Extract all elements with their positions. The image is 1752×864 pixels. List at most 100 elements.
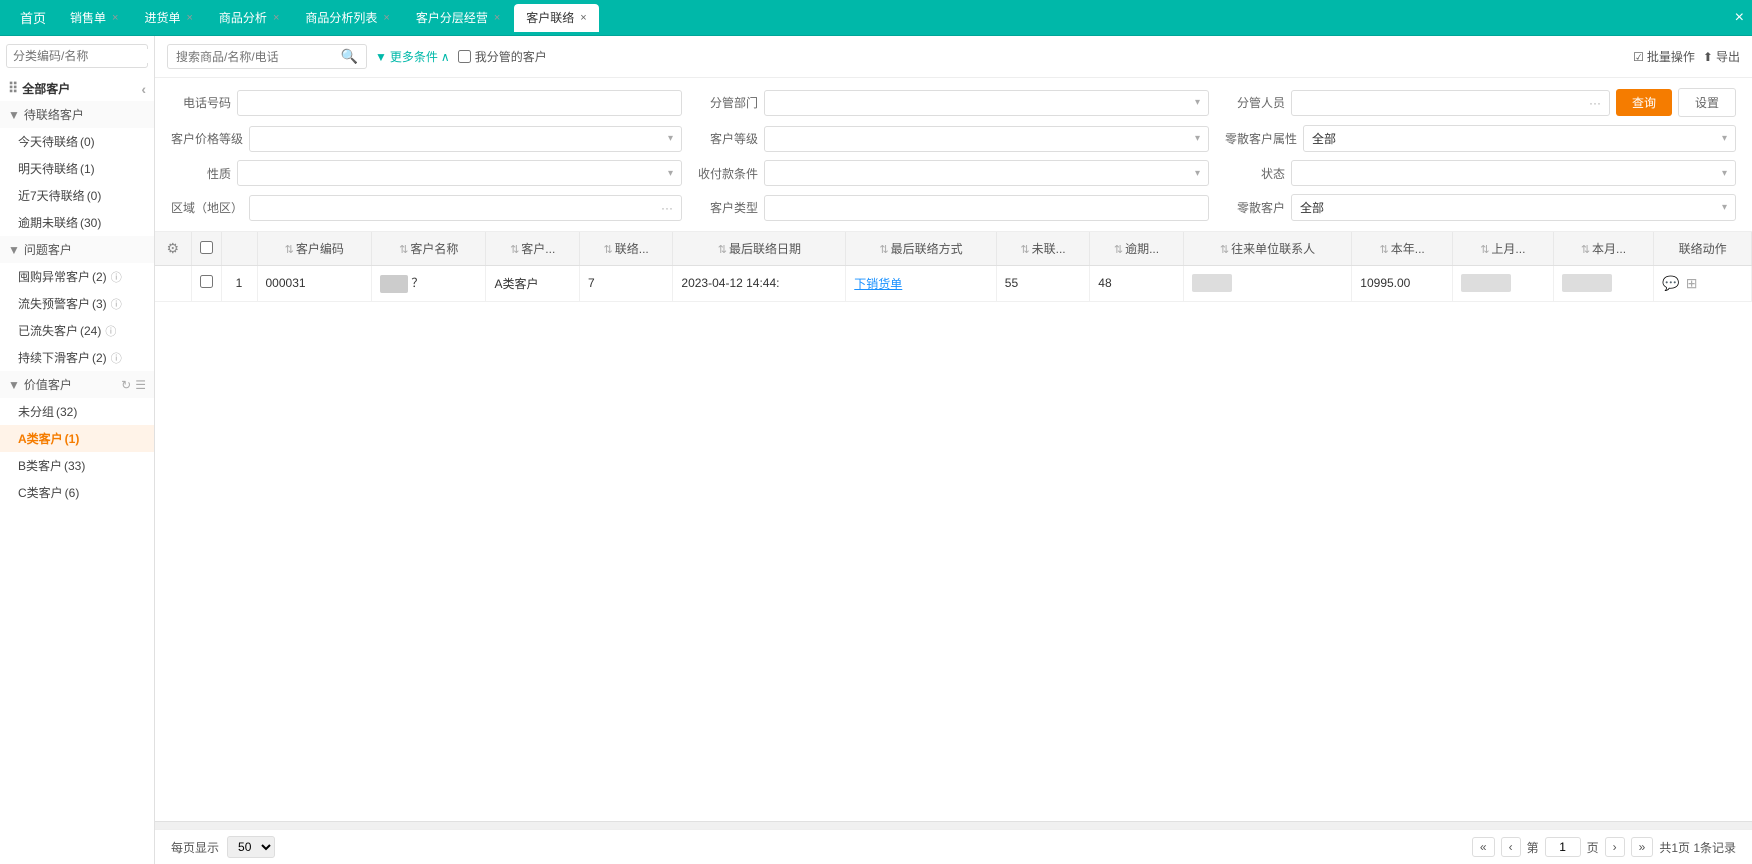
settings-col-icon[interactable]: ⚙ (166, 240, 179, 256)
close-all-tabs[interactable]: × (1735, 9, 1744, 27)
query-button[interactable]: 查询 (1616, 89, 1672, 116)
row-this-year: 10995.00 (1352, 266, 1453, 302)
last-month-col-header[interactable]: ⇅上月... (1453, 232, 1554, 266)
last-page-btn[interactable]: » (1631, 837, 1654, 857)
next-page-btn[interactable]: › (1605, 837, 1625, 857)
my-customer-checkbox-label[interactable]: 我分管的客户 (458, 48, 547, 65)
code-col-header[interactable]: ⇅客户编码 (257, 232, 371, 266)
filter-nature: 性质 ▾ (171, 160, 682, 186)
sort-icon-6: ⇅ (879, 244, 888, 256)
add-group-icon[interactable]: ☰ (135, 378, 146, 392)
pagination-bar: 每页显示 50 « ‹ 第 页 › » 共1页 1条记录 (155, 829, 1752, 864)
search-submit-icon[interactable]: 🔍 (341, 48, 358, 65)
close-tab-purchase[interactable]: × (186, 12, 192, 24)
chat-icon[interactable]: 💬 (1662, 275, 1679, 292)
sidebar-item-b-class[interactable]: B类客户 (33) (0, 452, 154, 479)
close-tab-sales[interactable]: × (112, 12, 118, 24)
contact-col-header[interactable]: ⇅联络... (579, 232, 672, 266)
export-btn[interactable]: ⬆ 导出 (1703, 48, 1740, 65)
more-filters-btn[interactable]: ▼ 更多条件 ∧ (375, 48, 450, 65)
filter-dept-select[interactable]: ▾ (764, 90, 1209, 116)
sidebar-search-input[interactable] (13, 49, 155, 63)
collapse-icon[interactable]: ‹ (141, 81, 146, 97)
sidebar-item-churn-warning[interactable]: 流失预警客户 (3) ⓘ (0, 290, 154, 317)
nav-tab-analysis[interactable]: 商品分析 × (207, 4, 291, 32)
filter-region-select[interactable]: ··· (249, 195, 682, 221)
qr-icon[interactable]: ⊞ (1686, 275, 1698, 292)
filter-phone-input[interactable] (237, 90, 682, 116)
sidebar-item-7days[interactable]: 近7天待联络 (0) (0, 182, 154, 209)
settings-col-header[interactable]: ⚙ (155, 232, 191, 266)
nav-tab-sales[interactable]: 销售单 × (58, 4, 130, 32)
contact2-color-block (1192, 274, 1232, 292)
filter-customer-level: 客户等级 ▾ (698, 125, 1209, 152)
horizontal-scrollbar[interactable] (155, 821, 1752, 829)
all-customers-header[interactable]: ⠿ 全部客户 ‹ (0, 76, 154, 101)
info-icon-3: ⓘ (105, 323, 116, 339)
close-tab-customer-contact[interactable]: × (580, 12, 586, 24)
close-tab-analysis[interactable]: × (273, 12, 279, 24)
sidebar-item-overdue[interactable]: 逾期未联络 (30) (0, 209, 154, 236)
batch-op-btn[interactable]: ☑ 批量操作 (1633, 48, 1695, 65)
filter-nature-select[interactable]: ▾ (237, 160, 682, 186)
last-date-col-header[interactable]: ⇅最后联络日期 (673, 232, 846, 266)
name-col-header[interactable]: ⇅客户名称 (371, 232, 485, 266)
row-last-method[interactable]: 下销货单 (846, 266, 997, 302)
settings-button[interactable]: 设置 (1678, 88, 1736, 117)
last-method-link[interactable]: 下销货单 (854, 277, 902, 291)
close-tab-analysis-list[interactable]: × (383, 12, 389, 24)
refresh-icon[interactable]: ↻ (121, 378, 131, 392)
sidebar-item-churned[interactable]: 已流失客户 (24) ⓘ (0, 317, 154, 344)
close-tab-customer-segment[interactable]: × (494, 12, 500, 24)
my-customer-checkbox[interactable] (458, 50, 471, 63)
filter-status-select[interactable]: ▾ (1291, 160, 1736, 186)
info-icon-1: ⓘ (111, 269, 122, 285)
filter-payment-select[interactable]: ▾ (764, 160, 1209, 186)
nav-tab-customer-contact[interactable]: 客户联络 × (514, 4, 598, 32)
overdue-col-header[interactable]: ⇅逾期... (1090, 232, 1183, 266)
filter-manager-select[interactable]: ··· (1291, 90, 1610, 116)
this-year-col-header[interactable]: ⇅本年... (1352, 232, 1453, 266)
row-uncontacted: 55 (996, 266, 1089, 302)
sidebar-item-tomorrow[interactable]: 明天待联络 (1) (0, 155, 154, 182)
sort-icon-12: ⇅ (1581, 244, 1590, 256)
sort-icon-4: ⇅ (604, 244, 613, 256)
section-problem-customers[interactable]: ▼ 问题客户 (0, 236, 154, 263)
nav-tab-customer-segment[interactable]: 客户分层经营 × (404, 4, 512, 32)
name-color-block (380, 275, 408, 293)
arrow-down-icon: ▼ (8, 108, 20, 122)
row-checkbox[interactable] (200, 275, 213, 288)
last-method-col-header[interactable]: ⇅最后联络方式 (846, 232, 997, 266)
nav-tab-purchase[interactable]: 进货单 × (132, 4, 204, 32)
last-month-color-block (1461, 274, 1511, 292)
nav-home[interactable]: 首页 (8, 8, 58, 27)
uncontacted-col-header[interactable]: ⇅未联... (996, 232, 1089, 266)
sidebar-item-declining[interactable]: 持续下滑客户 (2) ⓘ (0, 344, 154, 371)
filter-scatter-attr-select[interactable]: 全部 ▾ (1303, 125, 1736, 152)
page-size-select[interactable]: 50 (227, 836, 275, 858)
filter-scatter-select[interactable]: 全部 ▾ (1291, 194, 1736, 221)
main-layout: 🔍 ⠿ 全部客户 ‹ ▼ 待联络客户 今天待联络 (0) 明天待联络 (1) 近… (0, 36, 1752, 864)
sidebar-item-a-class[interactable]: A类客户 (1) (0, 425, 154, 452)
select-all-checkbox[interactable] (200, 241, 213, 254)
sidebar-item-unclassified[interactable]: 未分组 (32) (0, 398, 154, 425)
this-month-col-header[interactable]: ⇅本月... (1553, 232, 1654, 266)
prev-page-btn[interactable]: ‹ (1501, 837, 1521, 857)
sidebar-item-hoarding[interactable]: 囤购异常客户 (2) ⓘ (0, 263, 154, 290)
pagination-left: 每页显示 50 (171, 836, 275, 858)
sidebar-item-today[interactable]: 今天待联络 (0) (0, 128, 154, 155)
filter-customer-level-select[interactable]: ▾ (764, 126, 1209, 152)
section-pending-contact[interactable]: ▼ 待联络客户 (0, 101, 154, 128)
sort-icon: ⇅ (285, 244, 294, 256)
filter-customer-type-input[interactable] (764, 195, 1209, 221)
contact2-col-header[interactable]: ⇅往来单位联系人 (1183, 232, 1352, 266)
search-input[interactable] (176, 50, 341, 64)
page-input[interactable] (1545, 837, 1581, 857)
filter-price-level-select[interactable]: ▾ (249, 126, 682, 152)
sidebar-item-c-class[interactable]: C类客户 (6) (0, 479, 154, 506)
section-value-customers[interactable]: ▼ 价值客户 ↻ ☰ (0, 371, 154, 398)
content-area: 🔍 ▼ 更多条件 ∧ 我分管的客户 ☑ 批量操作 ⬆ 导出 (155, 36, 1752, 864)
first-page-btn[interactable]: « (1472, 837, 1495, 857)
nav-tab-analysis-list[interactable]: 商品分析列表 × (293, 4, 401, 32)
type-col-header[interactable]: ⇅客户... (486, 232, 579, 266)
